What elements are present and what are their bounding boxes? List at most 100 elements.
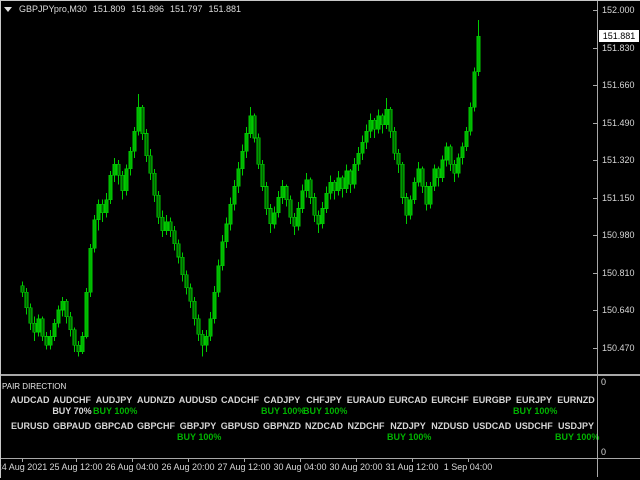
candle-body (212, 292, 217, 320)
candle-body (428, 186, 433, 205)
signal-label: BUY 100% (387, 432, 432, 442)
price-tick-label: 150.980 (602, 230, 635, 240)
candle-body (120, 175, 125, 192)
pair-name: GBPAUD (52, 421, 92, 431)
candle-body (88, 247, 93, 293)
candle-body (472, 71, 477, 108)
candle-body (364, 131, 369, 143)
candle-body (44, 336, 49, 346)
signal-label: BUY 100% (177, 432, 222, 442)
price-tick-mark (593, 47, 597, 49)
signal-label: BUY 100% (513, 406, 558, 416)
candle-body (180, 256, 185, 276)
price-tick-mark (593, 235, 597, 236)
pair-name: NZDUSD (431, 421, 469, 431)
candle-body (404, 197, 409, 216)
ohlc-open: 151.809 (92, 4, 126, 14)
candle-body (84, 292, 89, 337)
candle-body (124, 168, 129, 192)
price-tick-mark (593, 160, 597, 161)
time-tick-mark (132, 458, 133, 462)
time-tick-mark (22, 458, 23, 462)
candle-body (92, 219, 97, 249)
symbol-dropdown-icon[interactable] (4, 7, 12, 12)
candle-body (232, 186, 237, 205)
pair-cell-audchf: AUDCHF BUY 70% (51, 395, 93, 417)
candle-body (352, 164, 357, 185)
candle-body (444, 146, 449, 161)
candle-body (56, 309, 61, 324)
pair-cell-nzdchf: NZDCHF (345, 421, 387, 432)
pair-cell-gbpchf: GBPCHF (135, 421, 177, 432)
pair-name: EURCHF (431, 395, 469, 405)
price-tick-mark (593, 10, 597, 11)
pair-cell-gbpusd: GBPUSD (219, 421, 261, 432)
candle-body (100, 203, 105, 214)
symbol-label: GBPJPYpro,M30 (19, 4, 87, 14)
candle-body (344, 170, 349, 189)
pair-name: AUDCHF (53, 395, 91, 405)
candle-body (456, 157, 461, 174)
candle-body (464, 131, 469, 148)
candle-body (24, 292, 29, 309)
time-label: 31 Aug 12:00 (385, 462, 439, 472)
price-axis[interactable]: 152.000 151.830 151.660 151.490 151.320 151.1… (593, 0, 640, 458)
candle-body (60, 300, 65, 311)
price-tick-label: 150.810 (602, 267, 635, 278)
price-tick-mark (593, 85, 597, 86)
pair-name: EURJPY (515, 395, 552, 405)
subwindow-scale-bottom: 0 (601, 447, 607, 457)
candle-body (140, 106, 145, 134)
candle-body (132, 131, 137, 152)
price-tick-label: 151.830 (602, 42, 635, 53)
pair-name: CHFJPY (306, 395, 342, 405)
candle-body (104, 199, 109, 214)
candlestick-chart[interactable] (0, 0, 597, 374)
price-tick-mark (593, 347, 597, 349)
candle-body (256, 137, 261, 165)
pair-cell-eurnzd: EURNZD (555, 395, 597, 406)
pair-cell-cadjpy: CADJPY BUY 100% (261, 395, 306, 417)
candle-body (116, 164, 121, 176)
pair-name: NZDCAD (305, 421, 343, 431)
candle-body (204, 336, 209, 346)
time-tick-mark (412, 458, 413, 462)
subwindow-separator[interactable] (0, 374, 640, 376)
candle-body (196, 318, 201, 335)
candle-body (368, 120, 373, 132)
price-tick-mark (593, 197, 597, 199)
time-tick-mark (300, 458, 301, 462)
pair-name: AUDNZD (137, 395, 175, 405)
candle-body (388, 109, 393, 132)
time-axis[interactable]: 24 Aug 2021 25 Aug 12:00 26 Aug 04:00 26 Au… (0, 458, 640, 477)
candle-body (292, 217, 297, 227)
candle-body (72, 329, 77, 346)
pair-cell-audnzd: AUDNZD (135, 395, 177, 406)
ohlc-close: 151.881 (208, 4, 242, 14)
candle-body (436, 168, 441, 178)
pair-name: AUDJPY (95, 395, 133, 405)
pair-name: AUDUSD (178, 395, 218, 405)
candle-body (360, 142, 365, 154)
pair-direction-panel: PAIR DIRECTION AUDCAD AUDCHF BUY 70% AUDJPY… (0, 376, 599, 458)
pair-cell-gbpjpy: GBPJPY BUY 100% (177, 421, 222, 443)
pair-name: USDCAD (472, 421, 512, 431)
signal-label: BUY 100% (303, 406, 348, 416)
price-tick-label: 151.490 (602, 117, 635, 128)
pair-cell-audusd: AUDUSD (177, 395, 219, 406)
signal-label: BUY 100% (261, 406, 306, 416)
pair-name: EURNZD (557, 395, 595, 405)
candle-body (424, 186, 429, 205)
time-label: 30 Aug 04:00 (273, 462, 327, 472)
pair-cell-cadchf: CADCHF (219, 395, 261, 406)
candle-body (280, 186, 285, 198)
candle-body (164, 221, 169, 231)
candle-body (216, 265, 221, 293)
time-label: 24 Aug 2021 (0, 462, 48, 472)
time-tick-mark (356, 458, 357, 462)
pair-cell-eurgbp: EURGBP (471, 395, 513, 406)
pair-cell-eurjpy: EURJPY BUY 100% (513, 395, 558, 417)
candle-body (440, 159, 445, 178)
candle-body (272, 212, 277, 225)
candle-body (36, 318, 41, 333)
